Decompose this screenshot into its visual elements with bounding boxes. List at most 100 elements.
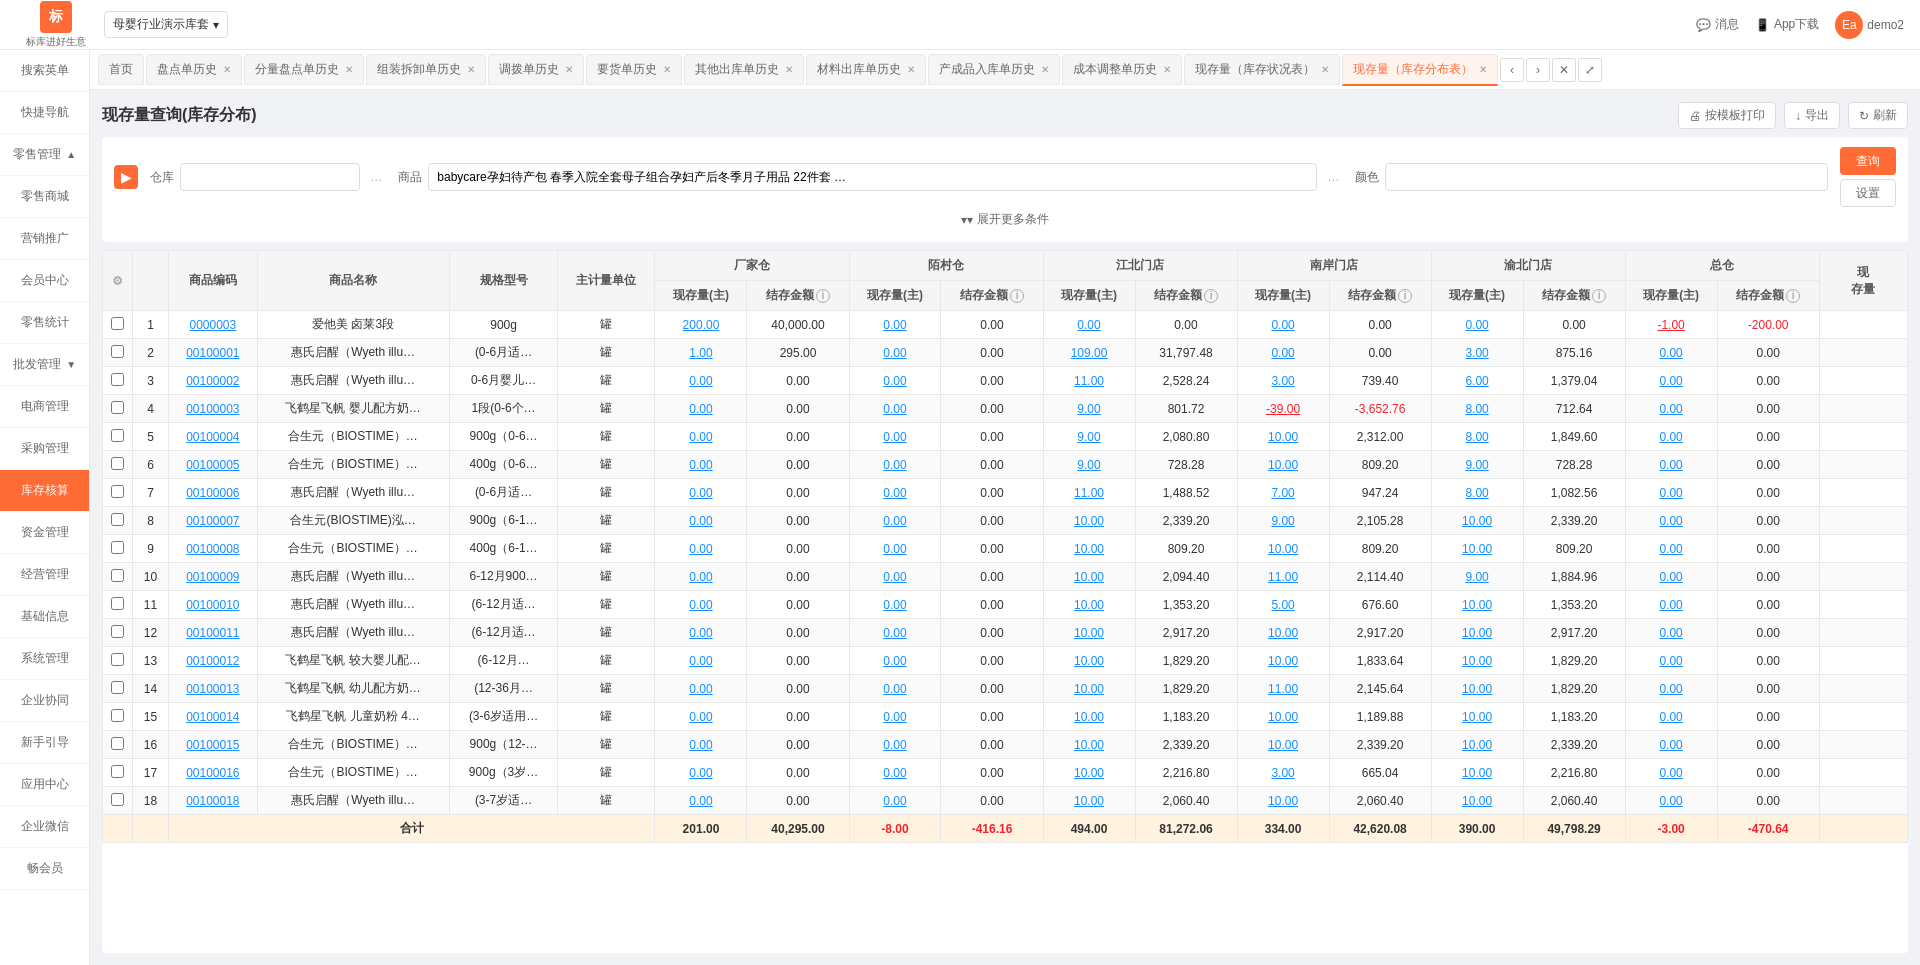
warehouse-input[interactable] <box>180 163 360 191</box>
row-code[interactable]: 00100013 <box>169 675 258 703</box>
row-nanan-qty[interactable]: 10.00 <box>1237 619 1329 647</box>
tab-transfer[interactable]: 调拨单历史✕ <box>488 54 584 85</box>
row-total-qty[interactable]: 0.00 <box>1625 339 1717 367</box>
sidebar-item-app-center[interactable]: 应用中心 <box>0 764 89 806</box>
row-mocun-qty[interactable]: 0.00 <box>849 535 941 563</box>
row-select-checkbox[interactable] <box>111 429 124 442</box>
row-factory-qty[interactable]: 0.00 <box>655 675 747 703</box>
row-select-checkbox[interactable] <box>111 485 124 498</box>
row-jiangbei-qty[interactable]: 10.00 <box>1043 563 1135 591</box>
sidebar-item-guide[interactable]: 新手引导 <box>0 722 89 764</box>
row-factory-qty[interactable]: 0.00 <box>655 535 747 563</box>
row-select-checkbox[interactable] <box>111 765 124 778</box>
messages-btn[interactable]: 💬 消息 <box>1696 16 1739 33</box>
row-yubei-qty[interactable]: 6.00 <box>1431 367 1523 395</box>
row-nanan-qty[interactable]: 10.00 <box>1237 423 1329 451</box>
row-factory-qty[interactable]: 0.00 <box>655 367 747 395</box>
row-checkbox[interactable] <box>103 591 133 619</box>
row-code[interactable]: 00100007 <box>169 507 258 535</box>
row-yubei-qty[interactable]: 8.00 <box>1431 479 1523 507</box>
row-total-qty[interactable]: 0.00 <box>1625 619 1717 647</box>
row-code[interactable]: 00100016 <box>169 759 258 787</box>
row-mocun-qty[interactable]: 0.00 <box>849 675 941 703</box>
row-yubei-qty[interactable]: 10.00 <box>1431 591 1523 619</box>
tab-close-icon[interactable]: ✕ <box>1041 64 1049 75</box>
col-settings-header[interactable]: ⚙ <box>103 251 133 311</box>
row-yubei-qty[interactable]: 10.00 <box>1431 619 1523 647</box>
row-total-qty[interactable]: 0.00 <box>1625 787 1717 815</box>
row-select-checkbox[interactable] <box>111 457 124 470</box>
row-total-qty[interactable]: 0.00 <box>1625 451 1717 479</box>
row-code[interactable]: 00100010 <box>169 591 258 619</box>
user-area[interactable]: Ea demo2 <box>1835 11 1904 39</box>
row-checkbox[interactable] <box>103 367 133 395</box>
row-nanan-qty[interactable]: 11.00 <box>1237 675 1329 703</box>
row-select-checkbox[interactable] <box>111 345 124 358</box>
row-mocun-qty[interactable]: 0.00 <box>849 507 941 535</box>
tab-portion-check[interactable]: 分量盘点单历史✕ <box>244 54 364 85</box>
row-factory-qty[interactable]: 0.00 <box>655 647 747 675</box>
sidebar-item-corp-wechat[interactable]: 企业微信 <box>0 806 89 848</box>
row-yubei-qty[interactable]: 9.00 <box>1431 563 1523 591</box>
row-yubei-qty[interactable]: 10.00 <box>1431 787 1523 815</box>
info-icon[interactable]: i <box>1398 289 1412 303</box>
row-factory-qty[interactable]: 0.00 <box>655 731 747 759</box>
row-checkbox[interactable] <box>103 703 133 731</box>
row-total-qty[interactable]: 0.00 <box>1625 367 1717 395</box>
query-btn[interactable]: 查询 <box>1840 147 1896 175</box>
row-nanan-qty[interactable]: 0.00 <box>1237 311 1329 339</box>
row-nanan-qty[interactable]: -39.00 <box>1237 395 1329 423</box>
row-code[interactable]: 00100006 <box>169 479 258 507</box>
tab-next-btn[interactable]: › <box>1526 58 1550 82</box>
row-mocun-qty[interactable]: 0.00 <box>849 479 941 507</box>
tab-assembly[interactable]: 组装拆卸单历史✕ <box>366 54 486 85</box>
warehouse-dots[interactable]: … <box>366 170 386 184</box>
row-mocun-qty[interactable]: 0.00 <box>849 591 941 619</box>
sidebar-item-ecommerce[interactable]: 电商管理 <box>0 386 89 428</box>
row-jiangbei-qty[interactable]: 10.00 <box>1043 619 1135 647</box>
row-factory-qty[interactable]: 0.00 <box>655 591 747 619</box>
row-factory-qty[interactable]: 0.00 <box>655 479 747 507</box>
row-factory-qty[interactable]: 1.00 <box>655 339 747 367</box>
row-checkbox[interactable] <box>103 787 133 815</box>
row-jiangbei-qty[interactable]: 10.00 <box>1043 731 1135 759</box>
row-total-qty[interactable]: 0.00 <box>1625 507 1717 535</box>
row-mocun-qty[interactable]: 0.00 <box>849 703 941 731</box>
tab-close-icon[interactable]: ✕ <box>1321 64 1329 75</box>
product-input[interactable] <box>428 163 1317 191</box>
row-yubei-qty[interactable]: 8.00 <box>1431 423 1523 451</box>
tab-maximize-btn[interactable]: ⤢ <box>1578 58 1602 82</box>
row-code[interactable]: 00100018 <box>169 787 258 815</box>
row-factory-qty[interactable]: 0.00 <box>655 395 747 423</box>
row-nanan-qty[interactable]: 0.00 <box>1237 339 1329 367</box>
row-jiangbei-qty[interactable]: 10.00 <box>1043 675 1135 703</box>
row-checkbox[interactable] <box>103 759 133 787</box>
row-total-qty[interactable]: 0.00 <box>1625 703 1717 731</box>
row-factory-qty[interactable]: 0.00 <box>655 787 747 815</box>
row-select-checkbox[interactable] <box>111 513 124 526</box>
tab-close-icon[interactable]: ✕ <box>785 64 793 75</box>
row-mocun-qty[interactable]: 0.00 <box>849 759 941 787</box>
row-checkbox[interactable] <box>103 451 133 479</box>
row-select-checkbox[interactable] <box>111 317 124 330</box>
tab-stock-dist[interactable]: 现存量（库存分布表）✕ <box>1342 54 1498 86</box>
row-code[interactable]: 0000003 <box>169 311 258 339</box>
row-total-qty[interactable]: 0.00 <box>1625 395 1717 423</box>
row-factory-qty[interactable]: 0.00 <box>655 451 747 479</box>
row-yubei-qty[interactable]: 0.00 <box>1431 311 1523 339</box>
row-checkbox[interactable] <box>103 675 133 703</box>
row-mocun-qty[interactable]: 0.00 <box>849 647 941 675</box>
tab-other-out[interactable]: 其他出库单历史✕ <box>684 54 804 85</box>
row-total-qty[interactable]: 0.00 <box>1625 759 1717 787</box>
tab-close-icon[interactable]: ✕ <box>1163 64 1171 75</box>
row-jiangbei-qty[interactable]: 10.00 <box>1043 703 1135 731</box>
row-checkbox[interactable] <box>103 339 133 367</box>
row-total-qty[interactable]: 0.00 <box>1625 731 1717 759</box>
info-icon[interactable]: i <box>1204 289 1218 303</box>
expand-btn[interactable]: ▶ <box>114 165 138 189</box>
row-select-checkbox[interactable] <box>111 401 124 414</box>
row-select-checkbox[interactable] <box>111 373 124 386</box>
row-checkbox[interactable] <box>103 647 133 675</box>
tab-cost-adjust[interactable]: 成本调整单历史✕ <box>1062 54 1182 85</box>
row-yubei-qty[interactable]: 3.00 <box>1431 339 1523 367</box>
